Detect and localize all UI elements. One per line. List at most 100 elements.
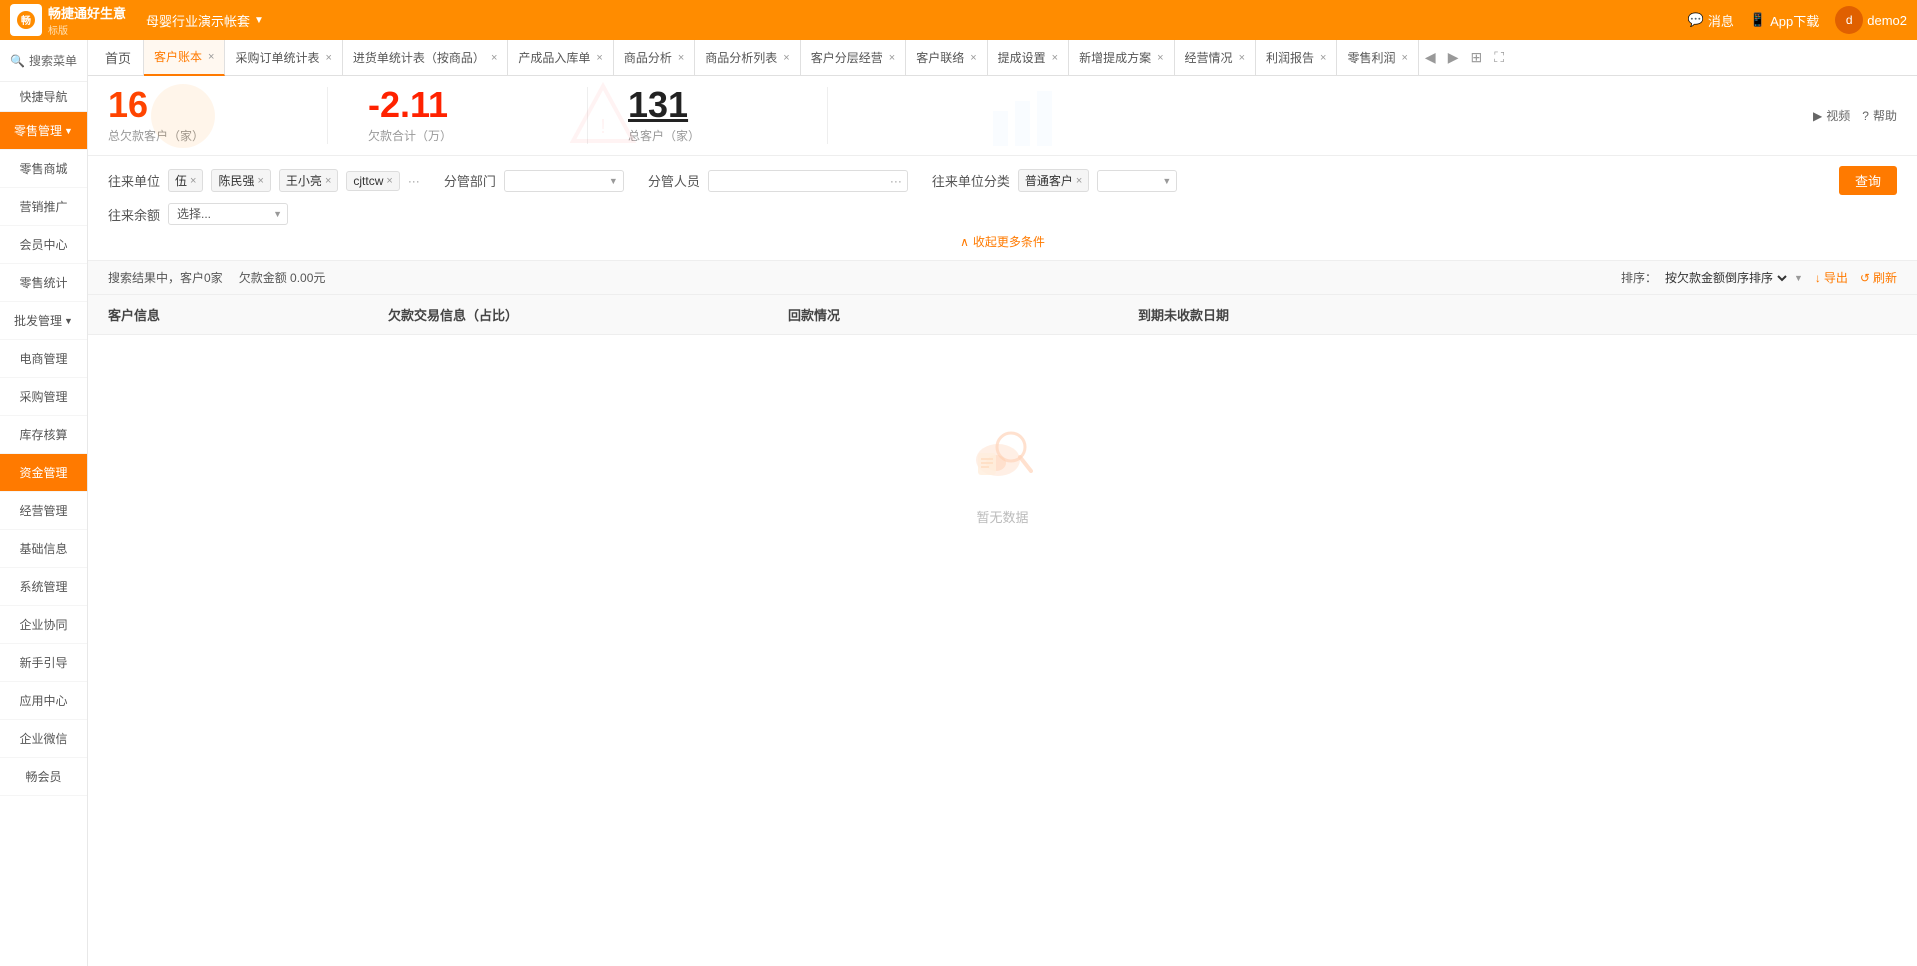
stat-total-customers: 131 总客户（家） — [628, 87, 828, 144]
sidebar-item-inventory[interactable]: 库存核算 — [0, 416, 87, 454]
tab-fullscreen-button[interactable]: ⛶ — [1488, 49, 1510, 66]
filter-tag-close-chen[interactable]: × — [257, 175, 263, 187]
tab-close-operations[interactable]: × — [1239, 52, 1245, 64]
sidebar-item-marketing[interactable]: 营销推广 — [0, 188, 87, 226]
filter-tag-wang: 王小亮 × — [279, 169, 338, 192]
logo-title: 畅捷通好生意 — [48, 3, 126, 22]
tab-customer-contact[interactable]: 客户联络 × — [906, 40, 987, 76]
stat-debt-total: -2.11 欠款合计（万） — [368, 87, 588, 144]
person-input-dots[interactable]: ··· — [890, 174, 902, 188]
video-icon: ▶ — [1813, 109, 1822, 123]
sidebar-item-retail-stats[interactable]: 零售统计 — [0, 264, 87, 302]
filter-tag-close-normal[interactable]: × — [1076, 175, 1082, 187]
refresh-button[interactable]: ↺ 刷新 — [1860, 269, 1897, 286]
sidebar-item-enterprise-coop[interactable]: 企业协同 — [0, 606, 87, 644]
tab-close-new-propose[interactable]: × — [1157, 52, 1163, 64]
sidebar-item-member[interactable]: 会员中心 — [0, 226, 87, 264]
table-body: 暂无数据 — [88, 335, 1917, 735]
tab-close-customer-cost[interactable]: × — [208, 51, 214, 63]
tab-close-profit[interactable]: × — [1320, 52, 1326, 64]
filter-more-units[interactable]: ··· — [408, 174, 420, 188]
tab-close-goods-list[interactable]: × — [783, 52, 789, 64]
message-button[interactable]: 💬 消息 — [1688, 11, 1734, 30]
sidebar-item-retail-mgmt[interactable]: 零售管理 ▼ — [0, 112, 87, 150]
tab-new-propose[interactable]: 新增提成方案 × — [1069, 40, 1174, 76]
tab-propose-settings[interactable]: 提成设置 × — [988, 40, 1069, 76]
tab-close-retail-profit[interactable]: × — [1401, 52, 1407, 64]
tab-close-product-inbound[interactable]: × — [596, 52, 602, 64]
tab-close-inbound[interactable]: × — [491, 52, 497, 64]
tab-prev-button[interactable]: ◀ — [1419, 49, 1442, 66]
sidebar-item-system[interactable]: 系统管理 — [0, 568, 87, 606]
sidebar-item-purchase[interactable]: 采购管理 — [0, 378, 87, 416]
query-button[interactable]: 查询 — [1839, 166, 1897, 195]
search-menu-button[interactable]: 🔍 搜索菜单 — [6, 48, 81, 73]
col-debt-info: 欠款交易信息（占比） — [388, 305, 788, 324]
tab-close-contact[interactable]: × — [970, 52, 976, 64]
main-content: ¥ 16 总欠款客户（家） ! -2.11 欠款合计（万） — [88, 76, 1917, 966]
sidebar-item-enterprise-wechat[interactable]: 企业微信 — [0, 720, 87, 758]
tab-customer-cost[interactable]: 客户账本 × — [144, 40, 225, 76]
sidebar-item-operations[interactable]: 经营管理 — [0, 492, 87, 530]
stats-actions: ▶ 视频 ? 帮助 — [1813, 107, 1897, 124]
tab-goods-analysis-list[interactable]: 商品分析列表 × — [695, 40, 800, 76]
user-menu[interactable]: d demo2 — [1835, 6, 1907, 34]
logo-area[interactable]: 畅 畅捷通好生意 标版 — [10, 3, 126, 37]
sidebar-item-batch-mgmt[interactable]: 批发管理 ▼ — [0, 302, 87, 340]
export-button[interactable]: ↓ 导出 — [1815, 269, 1848, 286]
sidebar-item-retail-mall[interactable]: 零售商城 — [0, 150, 87, 188]
filter-tag-close-wu[interactable]: × — [190, 175, 196, 187]
sidebar-item-finance[interactable]: 资金管理 — [0, 454, 87, 492]
balance-select[interactable]: 选择... — [168, 203, 288, 225]
tab-customer-tier[interactable]: 客户分层经营 × — [801, 40, 906, 76]
enterprise-dropdown-icon[interactable]: ▼ — [254, 15, 264, 26]
tab-menu-button[interactable]: ⊞ — [1464, 49, 1488, 66]
sort-select[interactable]: 按欠款金额倒序排序 — [1661, 270, 1790, 286]
sort-select-wrap: 排序： 按欠款金额倒序排序 ▼ — [1621, 269, 1803, 286]
tab-next-button[interactable]: ▶ — [1442, 49, 1465, 66]
tab-close-purchase[interactable]: × — [325, 52, 331, 64]
collapse-icon: ∧ — [960, 235, 969, 249]
dept-select[interactable] — [504, 170, 624, 192]
app-download-button[interactable]: 📱 App下载 — [1750, 11, 1819, 30]
enterprise-name: 母婴行业演示帐套 — [146, 11, 250, 30]
result-summary: 搜索结果中，客户0家 — [108, 269, 223, 286]
tab-close-propose[interactable]: × — [1052, 52, 1058, 64]
tab-purchase-order[interactable]: 采购订单统计表 × — [225, 40, 342, 76]
table-header: 客户信息 欠款交易信息（占比） 回款情况 到期未收款日期 — [88, 295, 1917, 335]
tab-operations[interactable]: 经营情况 × — [1175, 40, 1256, 76]
empty-text: 暂无数据 — [976, 507, 1028, 526]
enterprise-selector[interactable]: 母婴行业演示帐套 ▼ — [146, 11, 264, 30]
avatar: d — [1835, 6, 1863, 34]
search-icon: 🔍 — [10, 54, 25, 68]
svg-text:¥: ¥ — [173, 100, 192, 136]
result-debt-amount: 欠款金额 0.00元 — [239, 269, 326, 286]
sidebar: 🔍 搜索菜单 快捷导航 零售管理 ▼ 零售商城 营销推广 会员中心 零售统计 批… — [0, 40, 88, 966]
sidebar-item-new-guide[interactable]: 新手引导 — [0, 644, 87, 682]
sidebar-item-vip[interactable]: 畅会员 — [0, 758, 87, 796]
filter-row-1: 往来单位 伍 × 陈民强 × 王小亮 × — [108, 166, 1897, 195]
tab-retail-profit[interactable]: 零售利润 × — [1337, 40, 1418, 76]
sidebar-item-ecommerce[interactable]: 电商管理 — [0, 340, 87, 378]
help-button[interactable]: ? 帮助 — [1862, 107, 1897, 124]
tab-product-inbound[interactable]: 产成品入库单 × — [508, 40, 613, 76]
collapse-button[interactable]: ∧ 收起更多条件 — [960, 233, 1045, 250]
filter-row-2: 往来余额 选择... — [108, 203, 1897, 225]
filter-tag-close-wang[interactable]: × — [325, 175, 331, 187]
tab-close-customer-tier[interactable]: × — [889, 52, 895, 64]
tab-inbound-stats[interactable]: 进货单统计表（按商品） × — [343, 40, 508, 76]
debt-customers-count: 16 — [108, 87, 148, 123]
sidebar-item-basic-info[interactable]: 基础信息 — [0, 530, 87, 568]
tab-close-goods-analysis[interactable]: × — [678, 52, 684, 64]
video-help-button[interactable]: ▶ 视频 — [1813, 107, 1850, 124]
quick-nav-button[interactable]: 快捷导航 — [0, 82, 87, 112]
tab-goods-analysis[interactable]: 商品分析 × — [614, 40, 695, 76]
sidebar-item-app-center[interactable]: 应用中心 — [0, 682, 87, 720]
filter-tag-close-cjttcw[interactable]: × — [386, 175, 392, 187]
person-input[interactable] — [708, 170, 908, 192]
stats-bg-icon-center: ! — [568, 81, 638, 167]
debt-total-label: 欠款合计（万） — [368, 127, 452, 144]
tab-profit-report[interactable]: 利润报告 × — [1256, 40, 1337, 76]
unit-class-select[interactable] — [1097, 170, 1177, 192]
tab-home[interactable]: 首页 — [93, 40, 144, 76]
